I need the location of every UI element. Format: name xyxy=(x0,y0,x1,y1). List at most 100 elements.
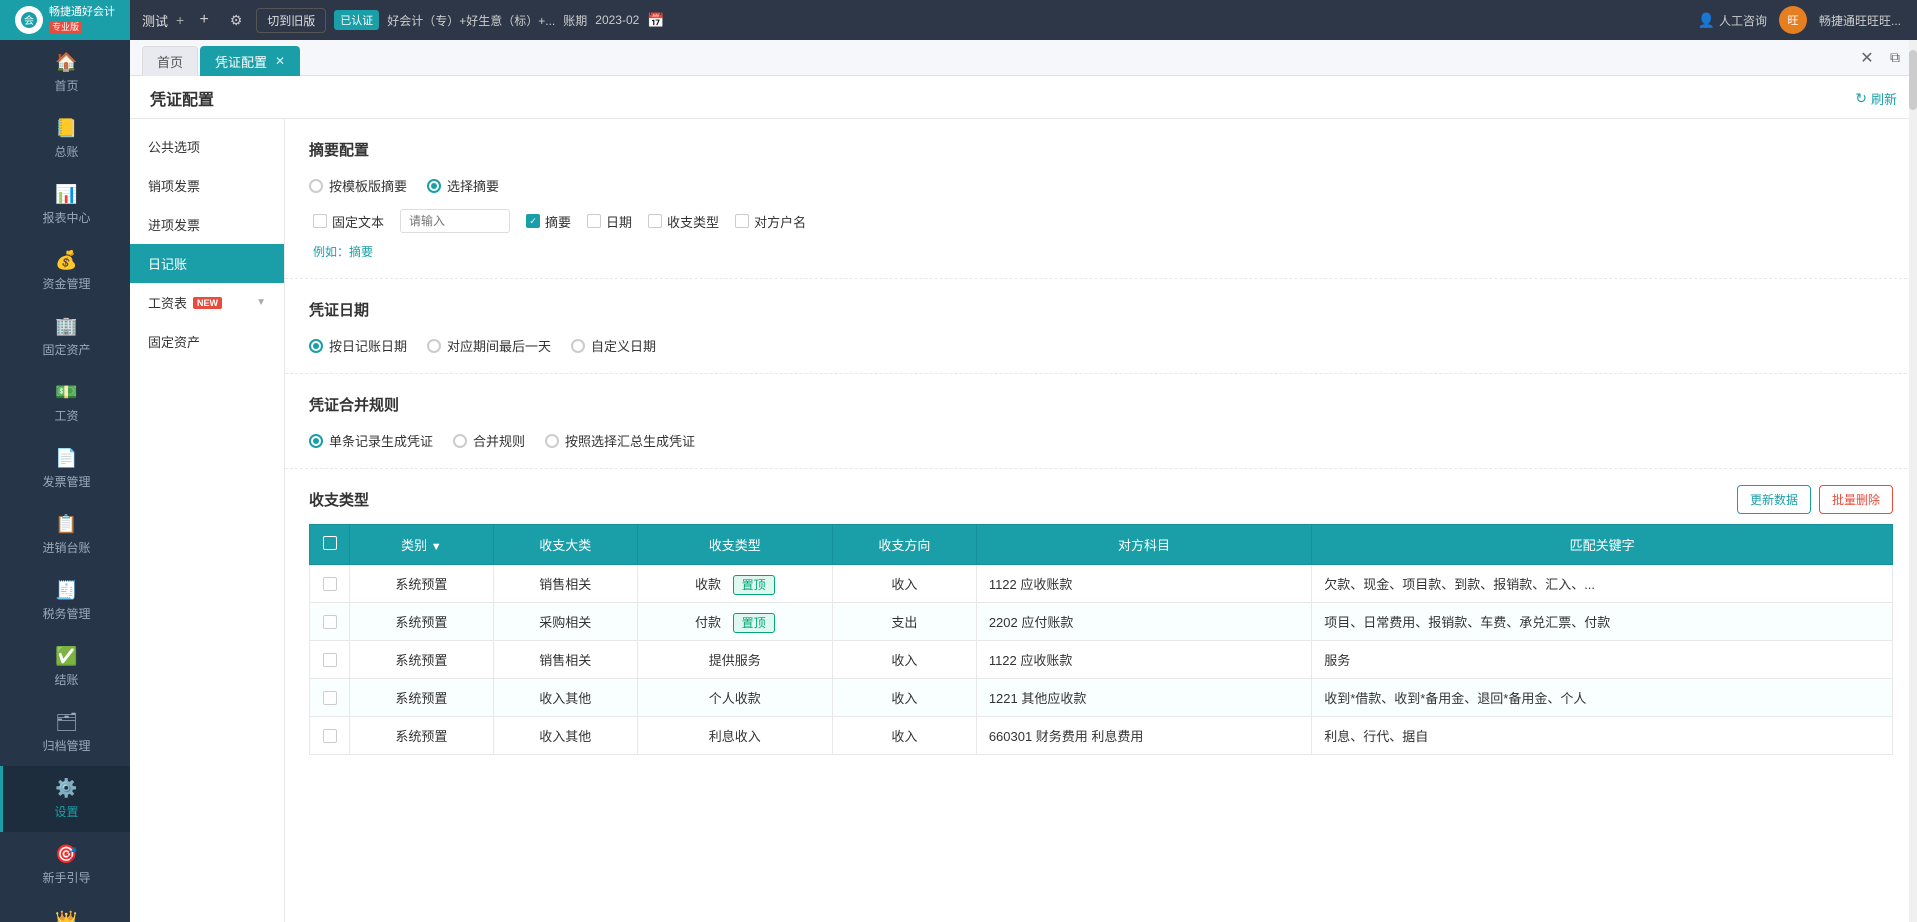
sidebar-item-close-accounts[interactable]: ✅ 结账 xyxy=(0,634,130,700)
row-type-4: 个人收款 xyxy=(637,679,832,717)
row-checkbox-3[interactable] xyxy=(323,653,337,667)
tag-pin-2[interactable]: 置顶 xyxy=(733,613,775,633)
row-account-3: 1122 应收账款 xyxy=(976,641,1311,679)
tax-icon: 🧾 xyxy=(55,580,77,601)
svg-text:会: 会 xyxy=(24,14,34,27)
radio-journal-date[interactable]: 按日记账日期 xyxy=(309,336,407,355)
row-keywords-2: 项目、日常费用、报销款、车费、承兑汇票、付款 xyxy=(1312,603,1893,641)
row-main-type-3: 销售相关 xyxy=(493,641,637,679)
add-icon[interactable]: + xyxy=(192,8,216,32)
col-category: 类别 ▼ xyxy=(350,525,494,565)
service-button[interactable]: 👤 人工咨询 xyxy=(1698,12,1767,29)
row-direction-3: 收入 xyxy=(833,641,977,679)
tag-pin-1[interactable]: 置顶 xyxy=(733,575,775,595)
dropdown-arrow-icon[interactable]: + xyxy=(176,12,184,28)
second-nav-item-payroll-table[interactable]: 工资表 NEW ▼ xyxy=(130,283,284,322)
row-checkbox-2[interactable] xyxy=(323,615,337,629)
home-icon: 🏠 xyxy=(55,52,77,73)
row-checkbox-4[interactable] xyxy=(323,691,337,705)
select-all-checkbox[interactable] xyxy=(323,536,337,550)
sidebar-item-payroll[interactable]: 💵 工资 xyxy=(0,370,130,436)
sidebar-item-tax[interactable]: 🧾 税务管理 xyxy=(0,568,130,634)
window-close-icon[interactable]: ✕ xyxy=(1855,46,1879,70)
table-row: 系统预置 销售相关 收款 置顶 收入 1122 应收账款 欠款、现金、项目款、到… xyxy=(310,565,1893,603)
row-category-5: 系统预置 xyxy=(350,717,494,755)
row-main-type-1: 销售相关 xyxy=(493,565,637,603)
update-data-button[interactable]: 更新数据 xyxy=(1737,485,1811,514)
new-badge: NEW xyxy=(193,297,222,309)
row-keywords-5: 利息、行代、据自 xyxy=(1312,717,1893,755)
row-main-type-4: 收入其他 xyxy=(493,679,637,717)
refresh-icon: ↻ xyxy=(1855,90,1867,107)
tab-close-icon[interactable]: ✕ xyxy=(275,54,285,68)
sidebar-item-purchase-sales[interactable]: 📋 进销台账 xyxy=(0,502,130,568)
row-main-type-2: 采购相关 xyxy=(493,603,637,641)
row-type-3: 提供服务 xyxy=(637,641,832,679)
sidebar-item-home[interactable]: 🏠 首页 xyxy=(0,40,130,106)
settings-icon[interactable]: ⚙ xyxy=(224,8,248,32)
close-accounts-icon: ✅ xyxy=(55,646,77,667)
user-name: 畅捷通旺旺旺... xyxy=(1819,12,1901,29)
voucher-date-section: 凭证日期 按日记账日期 对应期间最后一天 xyxy=(285,279,1917,374)
row-type-1: 收款 置顶 xyxy=(637,565,832,603)
checkbox-counterpart[interactable]: 对方户名 xyxy=(735,212,806,231)
radio-select-summary[interactable]: 选择摘要 xyxy=(427,176,499,195)
purchase-sales-icon: 📋 xyxy=(55,514,77,535)
row-direction-1: 收入 xyxy=(833,565,977,603)
period-value: 2023-02 xyxy=(595,13,639,27)
col-main-type: 收支大类 xyxy=(493,525,637,565)
sidebar-item-fixed-assets[interactable]: 🏢 固定资产 xyxy=(0,304,130,370)
sidebar-item-reports[interactable]: 📊 报表中心 xyxy=(0,172,130,238)
col-direction: 收支方向 xyxy=(833,525,977,565)
merge-rules-section: 凭证合并规则 单条记录生成凭证 合并规则 xyxy=(285,374,1917,469)
radio-template[interactable]: 按模板版摘要 xyxy=(309,176,407,195)
tab-home[interactable]: 首页 xyxy=(142,46,198,76)
sidebar-item-guide[interactable]: 🎯 新手引导 xyxy=(0,832,130,898)
sidebar-item-member[interactable]: 👑 畅会员 xyxy=(0,898,130,922)
row-checkbox-1[interactable] xyxy=(323,577,337,591)
row-checkbox-5[interactable] xyxy=(323,729,337,743)
second-nav-item-purchase-invoice[interactable]: 进项发票 xyxy=(130,205,284,244)
sidebar-item-invoice[interactable]: 📄 发票管理 xyxy=(0,436,130,502)
row-type-5: 利息收入 xyxy=(637,717,832,755)
checkbox-date[interactable]: 日期 xyxy=(587,212,632,231)
software-status: 好会计（专）+好生意（标）+... xyxy=(387,12,555,29)
summary-config-section: 摘要配置 按模板版摘要 选择摘要 xyxy=(285,119,1917,279)
second-nav-item-sales-invoice[interactable]: 销项发票 xyxy=(130,166,284,205)
second-nav-item-journal[interactable]: 日记账 xyxy=(130,244,284,283)
table-row: 系统预置 采购相关 付款 置顶 支出 2202 应付账款 项目、日常费用、报销款… xyxy=(310,603,1893,641)
page-title: 凭证配置 xyxy=(150,86,214,110)
sidebar-item-fund[interactable]: 💰 资金管理 xyxy=(0,238,130,304)
sidebar-item-settings[interactable]: ⚙️ 设置 xyxy=(0,766,130,832)
certified-status: 已认证 xyxy=(334,10,379,30)
chevron-down-icon: ▼ xyxy=(256,297,266,308)
checkbox-fixed-text[interactable]: 固定文本 xyxy=(313,212,384,231)
calendar-icon[interactable]: 📅 xyxy=(647,12,664,29)
row-account-4: 1221 其他应收款 xyxy=(976,679,1311,717)
window-maximize-icon[interactable]: ⧉ xyxy=(1883,46,1907,70)
switch-version-button[interactable]: 切到旧版 xyxy=(256,8,326,33)
member-icon: 👑 xyxy=(55,910,77,922)
tab-voucher-config[interactable]: 凭证配置 ✕ xyxy=(200,46,300,76)
col-type: 收支类型 xyxy=(637,525,832,565)
user-avatar: 旺 xyxy=(1779,6,1807,34)
radio-period-last[interactable]: 对应期间最后一天 xyxy=(427,336,551,355)
logo-icon: 会 xyxy=(15,6,43,34)
fixed-text-input[interactable] xyxy=(400,209,510,233)
second-nav-item-fixed-assets[interactable]: 固定资产 xyxy=(130,322,284,361)
checkbox-type[interactable]: 收支类型 xyxy=(648,212,719,231)
batch-delete-button[interactable]: 批量删除 xyxy=(1819,485,1893,514)
table-row: 系统预置 销售相关 提供服务 收入 1122 应收账款 服务 xyxy=(310,641,1893,679)
radio-merge[interactable]: 合并规则 xyxy=(453,431,525,450)
sidebar-item-archive[interactable]: 🗂 归档管理 xyxy=(0,700,130,766)
second-nav-item-public[interactable]: 公共选项 xyxy=(130,127,284,166)
radio-custom-date[interactable]: 自定义日期 xyxy=(571,336,656,355)
checkbox-summary[interactable]: ✓ 摘要 xyxy=(526,212,571,231)
row-account-5: 660301 财务费用 利息费用 xyxy=(976,717,1311,755)
radio-single[interactable]: 单条记录生成凭证 xyxy=(309,431,433,450)
sidebar-item-ledger[interactable]: 📒 总账 xyxy=(0,106,130,172)
refresh-button[interactable]: ↻ 刷新 xyxy=(1855,89,1897,108)
logo-text: 畅捷通好会计 专业版 xyxy=(49,5,115,36)
archive-icon: 🗂 xyxy=(55,712,78,733)
radio-summary-gen[interactable]: 按照选择汇总生成凭证 xyxy=(545,431,695,450)
